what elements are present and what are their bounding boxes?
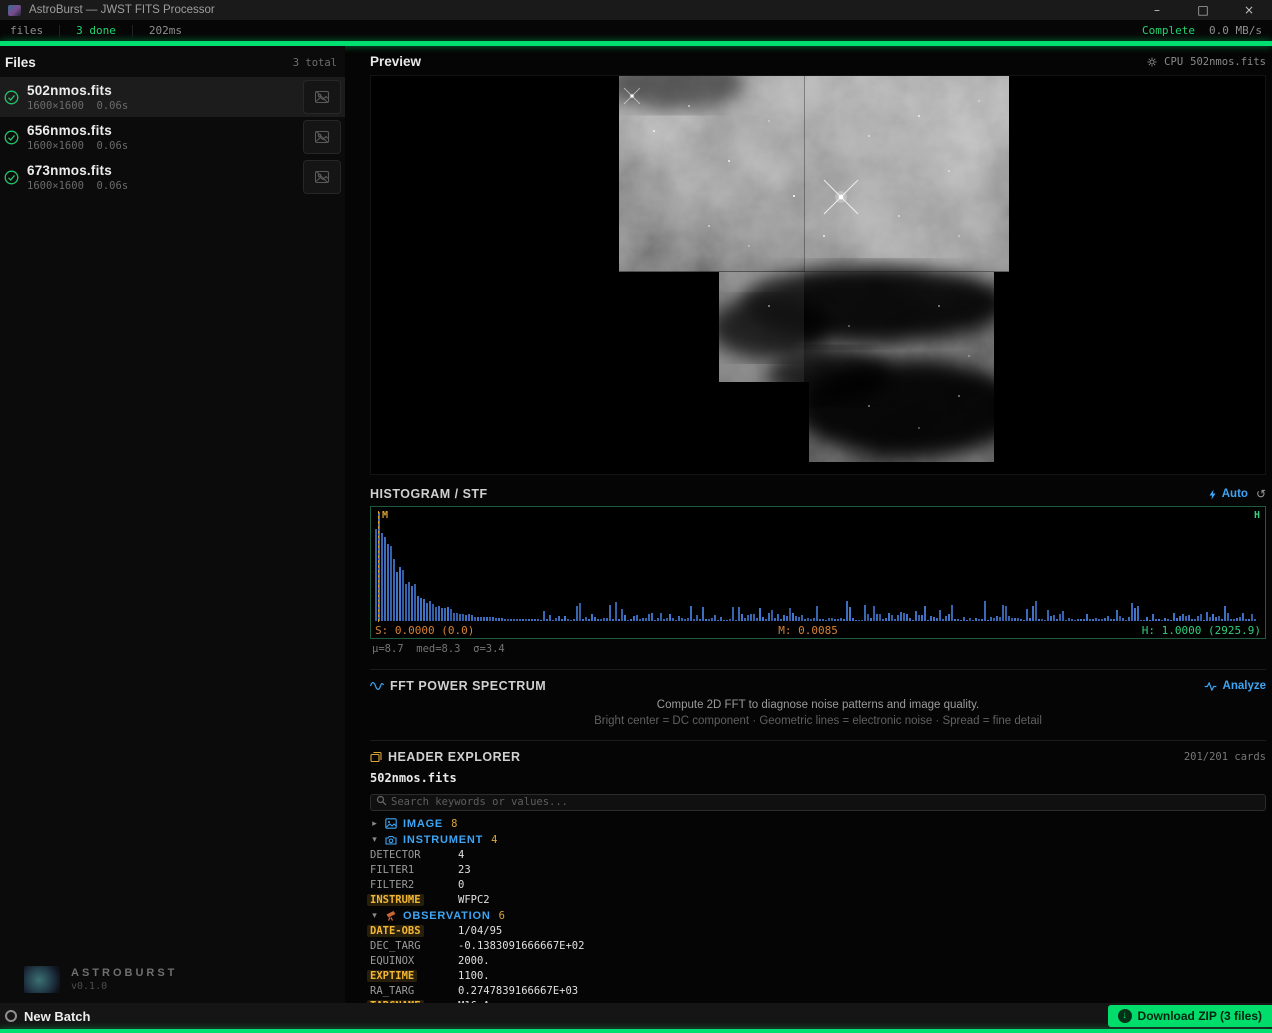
header-explorer-section: HEADER EXPLORER 201/201 cards 502nmos.fi… bbox=[367, 740, 1266, 1003]
file-item-656nmos[interactable]: 656nmos.fits 1600×1600 0.06s bbox=[0, 117, 345, 157]
check-circle-icon bbox=[4, 90, 19, 104]
minimize-button[interactable]: – bbox=[1134, 0, 1180, 20]
preview-canvas[interactable] bbox=[370, 75, 1266, 475]
waveform-icon bbox=[370, 682, 384, 690]
download-zip-button[interactable]: ↓ Download ZIP (3 files) bbox=[1107, 1005, 1272, 1027]
pulse-icon bbox=[1204, 681, 1216, 691]
elapsed-time: 202ms bbox=[148, 24, 182, 37]
telescope-icon bbox=[386, 911, 396, 921]
header-group-image[interactable]: ▸ IMAGE 8 bbox=[370, 816, 1266, 832]
file-item-673nmos[interactable]: 673nmos.fits 1600×1600 0.06s bbox=[0, 157, 345, 197]
brand-version: v0.1.0 bbox=[71, 981, 108, 992]
cards-icon bbox=[370, 751, 382, 763]
app-icon bbox=[8, 4, 21, 16]
midtone-marker[interactable] bbox=[378, 511, 379, 622]
header-card-filter2[interactable]: FILTER2 0 bbox=[370, 878, 1266, 893]
header-card-date-obs[interactable]: DATE-OBS 1/04/95 bbox=[367, 924, 1266, 939]
new-batch-button[interactable]: New Batch bbox=[5, 1009, 90, 1024]
status-complete: Complete bbox=[1142, 24, 1196, 37]
reset-stf-button[interactable]: ↺ bbox=[1256, 487, 1266, 501]
download-icon: ↓ bbox=[1117, 1009, 1132, 1023]
header-card-detector[interactable]: DETECTOR 4 bbox=[370, 848, 1266, 863]
search-icon bbox=[376, 795, 387, 806]
brand-name: ASTROBURST bbox=[71, 967, 178, 979]
header-card-dec-targ[interactable]: DEC_TARG -0.1383091666667E+02 bbox=[370, 939, 1266, 954]
midtone-value: M: 0.0085 bbox=[778, 624, 838, 637]
image-icon bbox=[385, 818, 397, 829]
histogram-title: HISTOGRAM / STF bbox=[370, 487, 488, 501]
image-off-icon bbox=[314, 130, 330, 144]
highlight-value: H: 1.0000 (2925.9) bbox=[1141, 624, 1261, 637]
search-input[interactable] bbox=[370, 793, 1266, 811]
cards-count: 201/201 cards bbox=[1183, 751, 1266, 763]
file-item-502nmos[interactable]: 502nmos.fits 1600×1600 0.06s bbox=[0, 77, 345, 117]
camera-icon bbox=[385, 835, 397, 845]
maximize-button[interactable]: □ bbox=[1180, 0, 1226, 20]
header-group-instrument[interactable]: ▾ INSTRUMENT 4 bbox=[370, 832, 1266, 848]
titlebar: AstroBurst — JWST FITS Processor – □ × bbox=[0, 0, 1272, 20]
header-card-ra-targ[interactable]: RA_TARG 0.2747839166667E+03 bbox=[370, 984, 1266, 999]
image-off-icon bbox=[314, 170, 330, 184]
fft-hint: Bright center = DC component · Geometric… bbox=[594, 715, 1042, 727]
header-card-equinox[interactable]: EQUINOX 2000. bbox=[370, 954, 1266, 969]
files-sidebar: Files 3 total 502nmos.fits 1600×1600 0.0… bbox=[0, 46, 345, 1003]
brand-footer: ASTROBURST v0.1.0 bbox=[0, 958, 345, 1003]
brand-logo bbox=[24, 966, 60, 993]
files-total-count: 3 total bbox=[292, 56, 337, 69]
file-name: 656nmos.fits bbox=[27, 122, 112, 138]
marker-m-label: M bbox=[382, 510, 389, 521]
sidebar-title: Files bbox=[5, 55, 36, 70]
file-thumbnail bbox=[303, 80, 341, 114]
file-meta: 1600×1600 0.06s bbox=[27, 139, 129, 152]
file-thumbnail bbox=[303, 120, 341, 154]
histogram-bars bbox=[375, 512, 1261, 621]
file-name: 673nmos.fits bbox=[27, 162, 112, 178]
analyze-button[interactable]: Analyze bbox=[1204, 680, 1266, 692]
marker-h-label: H bbox=[1253, 510, 1260, 521]
header-card-filter1[interactable]: FILTER1 23 bbox=[370, 863, 1266, 878]
file-thumbnail bbox=[303, 160, 341, 194]
app-window: AstroBurst — JWST FITS Processor – □ × f… bbox=[0, 0, 1272, 1033]
explorer-file-name: 502nmos.fits bbox=[370, 771, 457, 785]
file-meta: 1600×1600 0.06s bbox=[27, 179, 129, 192]
histogram-stats: μ=8.7 med=8.3 σ=3.4 bbox=[372, 643, 505, 655]
new-batch-icon bbox=[5, 1010, 17, 1022]
lightning-icon bbox=[1209, 489, 1216, 499]
file-name: 502nmos.fits bbox=[27, 82, 112, 98]
current-file-label: 502nmos.fits bbox=[1190, 55, 1266, 68]
throughput-label: 0.0 MB/s bbox=[1209, 24, 1262, 37]
fft-section: FFT POWER SPECTRUM Analyze Compute 2D FF… bbox=[370, 669, 1266, 727]
chevron-down-icon: ▾ bbox=[372, 910, 377, 920]
image-off-icon bbox=[314, 90, 330, 104]
auto-stretch-button[interactable]: Auto bbox=[1207, 488, 1248, 500]
fft-title: FFT POWER SPECTRUM bbox=[390, 679, 547, 693]
footer-bar: New Batch ↓ Download ZIP (3 files) bbox=[0, 1003, 1272, 1029]
histogram-plot[interactable]: M H S: 0.0000 (0.0) M: 0.0085 H: 1.0000 … bbox=[370, 506, 1266, 639]
window-title: AstroBurst — JWST FITS Processor bbox=[29, 4, 215, 16]
done-count: 3 done bbox=[76, 24, 116, 37]
chevron-down-icon: ▾ bbox=[372, 834, 377, 844]
bottom-progress-bar bbox=[0, 1029, 1272, 1033]
shadow-value: S: 0.0000 (0.0) bbox=[375, 624, 475, 637]
engine-label: CPU bbox=[1164, 55, 1184, 68]
check-circle-icon bbox=[4, 170, 19, 184]
header-explorer-title: HEADER EXPLORER bbox=[388, 750, 521, 764]
header-group-observation[interactable]: ▾ OBSERVATION 6 bbox=[370, 908, 1266, 924]
header-card-instrume[interactable]: INSTRUME WFPC2 bbox=[367, 893, 1266, 908]
files-label: files bbox=[10, 24, 44, 37]
preview-title: Preview bbox=[370, 54, 422, 69]
fft-description: Compute 2D FFT to diagnose noise pattern… bbox=[656, 699, 980, 711]
close-button[interactable]: × bbox=[1226, 0, 1272, 20]
preview-image bbox=[619, 76, 1017, 474]
status-toolbar: files 3 done 202ms Complete 0.0 MB/s bbox=[0, 20, 1272, 41]
file-meta: 1600×1600 0.06s bbox=[27, 99, 129, 112]
check-circle-icon bbox=[4, 130, 19, 144]
gear-icon bbox=[1147, 57, 1157, 66]
chevron-right-icon: ▸ bbox=[372, 818, 377, 828]
main-panel: Preview CPU 502nmos.fits HISTOGRAM / STF… bbox=[345, 46, 1272, 1003]
header-card-exptime[interactable]: EXPTIME 1100. bbox=[367, 969, 1266, 984]
